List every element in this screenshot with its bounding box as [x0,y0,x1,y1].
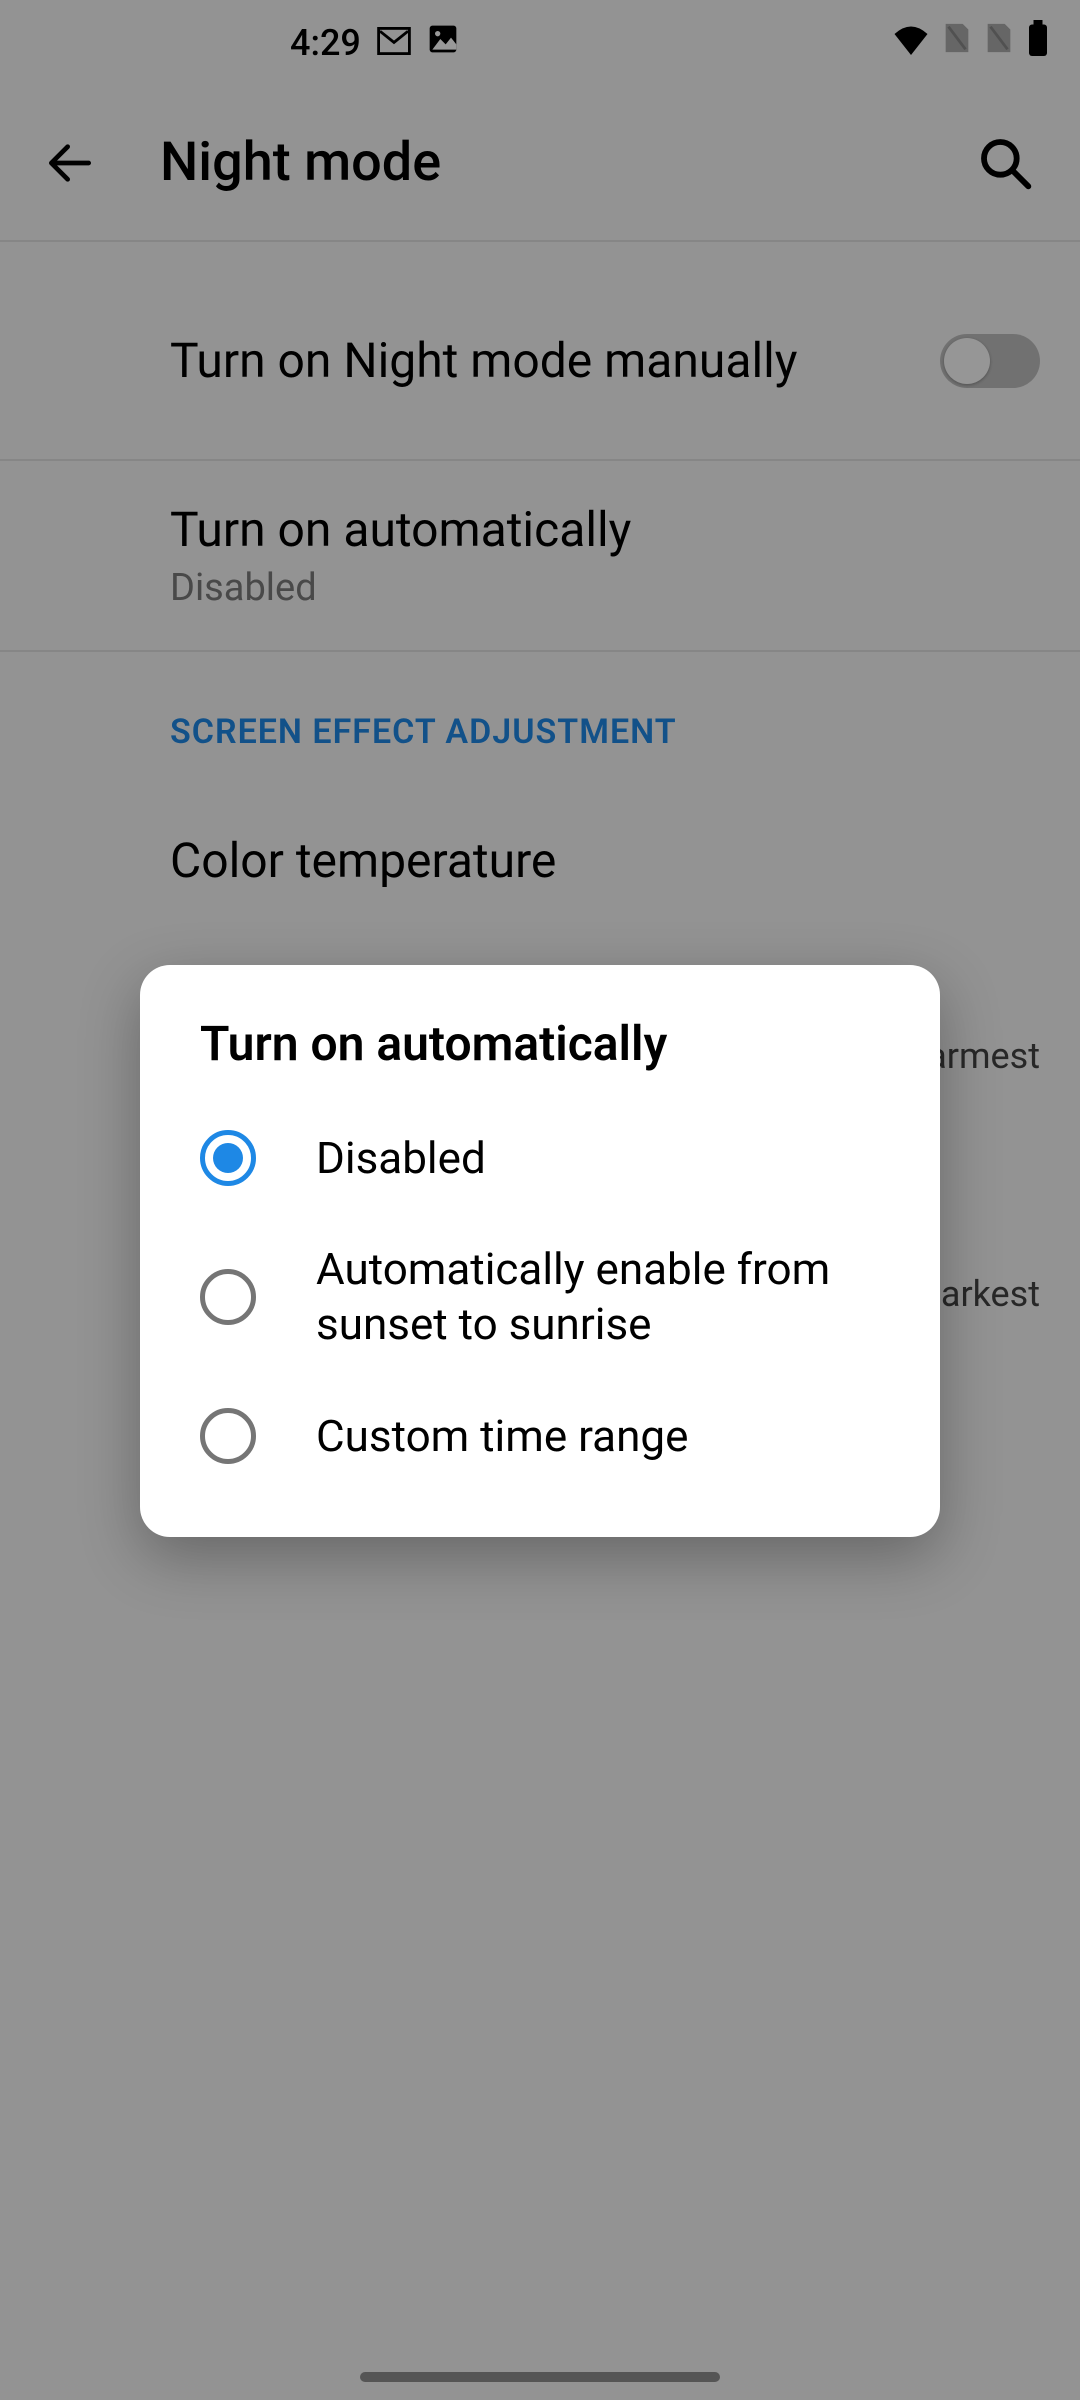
screen: 4:29 Night mode [0,0,1080,2400]
gesture-nav-bar[interactable] [360,2372,720,2382]
radio-button [200,1130,256,1186]
radio-button [200,1408,256,1464]
dialog-title: Turn on automatically [140,1015,940,1102]
option-label: Custom time range [316,1409,688,1464]
radio-dot-icon [213,1143,243,1173]
dialog-turn-on-automatically: Turn on automatically Disabled Automatic… [140,965,940,1537]
radio-button [200,1269,256,1325]
option-label: Disabled [316,1131,486,1186]
option-sunset-sunrise[interactable]: Automatically enable from sunset to sunr… [140,1214,940,1380]
option-disabled[interactable]: Disabled [140,1102,940,1214]
option-custom-time-range[interactable]: Custom time range [140,1380,940,1492]
option-label: Automatically enable from sunset to sunr… [316,1242,880,1352]
